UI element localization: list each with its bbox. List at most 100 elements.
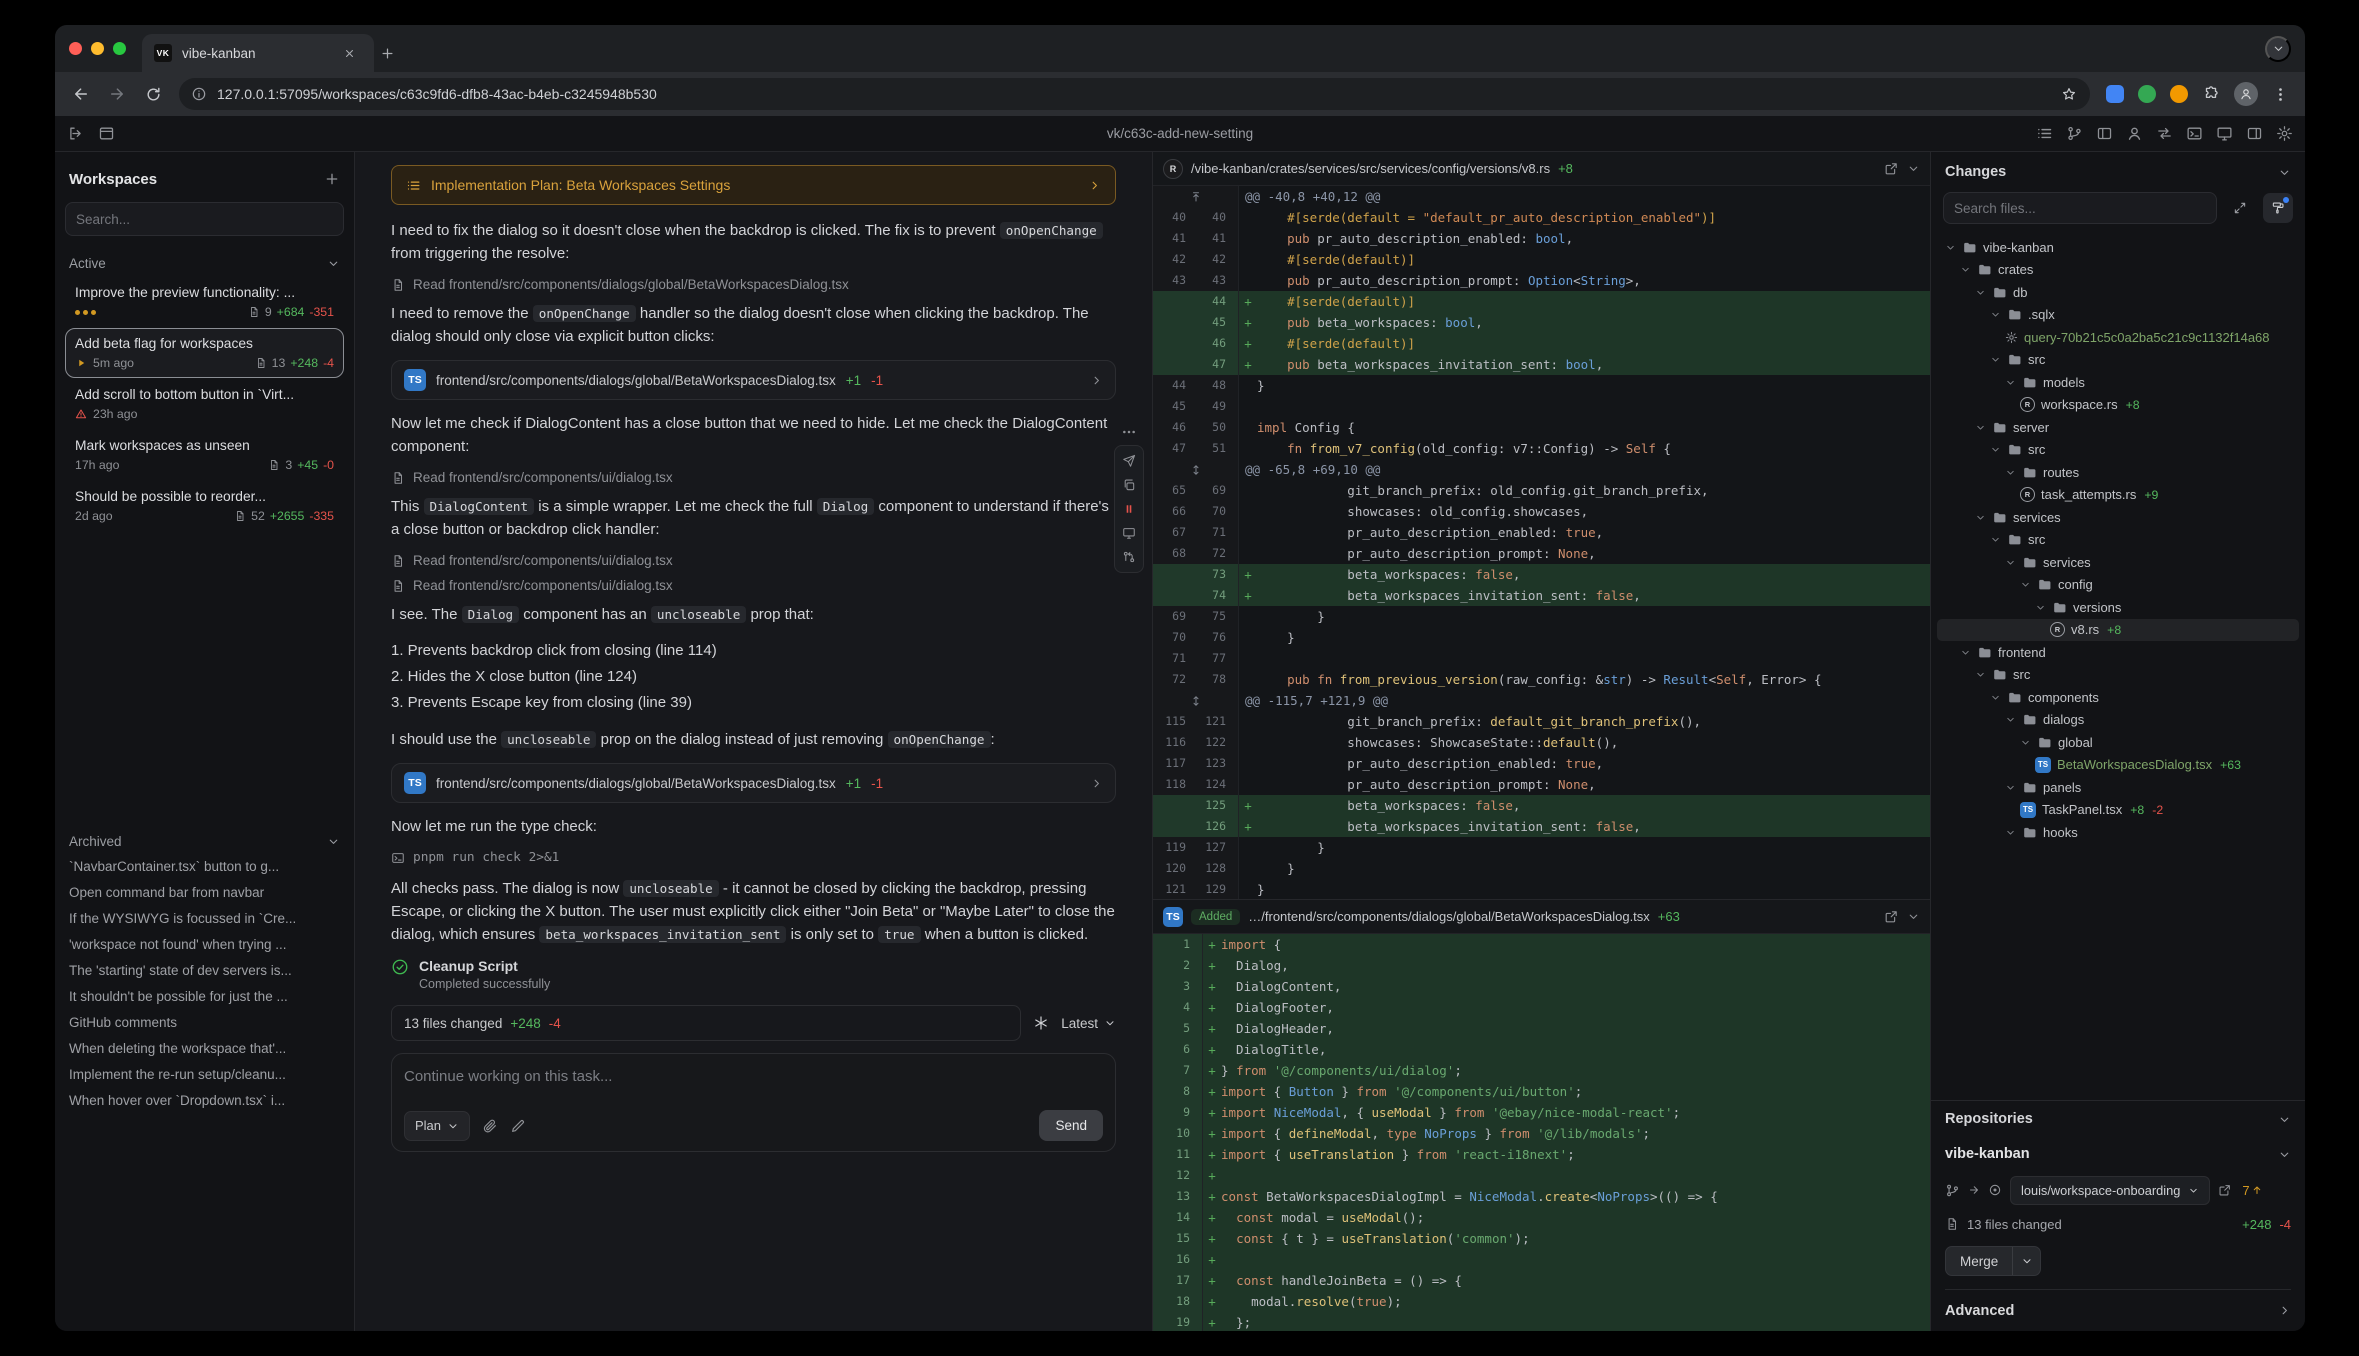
tree-folder-row[interactable]: services — [1937, 551, 2299, 574]
collapse-diff-button[interactable] — [1907, 162, 1920, 175]
forward-button[interactable] — [101, 78, 133, 110]
files-changed-summary[interactable]: 13 files changed +248 -4 — [391, 1005, 1022, 1041]
workspace-search-input[interactable] — [76, 211, 333, 227]
zoom-window-button[interactable] — [113, 42, 126, 55]
archived-item[interactable]: GitHub comments — [65, 1010, 344, 1036]
archived-item[interactable]: `NavbarContainer.tsx` button to g... — [65, 854, 344, 880]
merge-options-button[interactable] — [2012, 1247, 2040, 1275]
chat-read-item[interactable]: Read frontend/src/components/ui/dialog.t… — [391, 470, 1116, 485]
model-spark-button[interactable] — [1033, 1015, 1049, 1031]
new-tab-button[interactable] — [374, 40, 400, 66]
queue-button[interactable] — [2036, 125, 2053, 142]
add-workspace-button[interactable] — [324, 171, 340, 187]
edit-button[interactable] — [510, 1118, 526, 1134]
tree-file-row[interactable]: TS TaskPanel.tsx +8 -2 — [1937, 799, 2299, 822]
address-bar[interactable]: 127.0.0.1:57095/workspaces/c63c9fd6-dfb8… — [179, 78, 2090, 110]
tree-file-row[interactable]: TS BetaWorkspacesDialog.tsx +63 — [1937, 754, 2299, 777]
open-file-button[interactable] — [1884, 909, 1899, 924]
implementation-plan-banner[interactable]: Implementation Plan: Beta Workspaces Set… — [391, 165, 1116, 205]
archived-item[interactable]: If the WYSIWYG is focussed in `Cre... — [65, 906, 344, 932]
settings-button[interactable] — [2276, 125, 2293, 142]
collapse-diff-button[interactable] — [1907, 910, 1920, 923]
attach-file-button[interactable] — [482, 1118, 498, 1134]
tree-folder-row[interactable]: config — [1937, 574, 2299, 597]
stop-button[interactable] — [1117, 497, 1141, 521]
expand-tree-button[interactable] — [2225, 193, 2255, 223]
people-button[interactable] — [2126, 125, 2143, 142]
tree-file-row[interactable]: Rv8.rs +8 — [1937, 618, 2299, 641]
site-info-icon[interactable] — [191, 86, 207, 102]
diff-content[interactable]: 1 + import {2 + Dialog, 3 + DialogContent, 4 + … — [1153, 934, 1930, 1331]
archived-item[interactable]: Open command bar from navbar — [65, 880, 344, 906]
tree-folder-row[interactable]: src — [1937, 529, 2299, 552]
tree-folder-row[interactable]: src — [1937, 439, 2299, 462]
repositories-header[interactable]: Repositories — [1945, 1101, 2291, 1137]
archived-item[interactable]: Implement the re-run setup/cleanu... — [65, 1062, 344, 1088]
workspace-item[interactable]: Mark workspaces as unseen 17h ago 3 +45 -0 — [65, 430, 344, 480]
workspace-item[interactable]: Add beta flag for workspaces 5m ago 13 +248… — [65, 328, 344, 378]
tree-folder-row[interactable]: frontend — [1937, 641, 2299, 664]
chat-read-item[interactable]: Read frontend/src/components/dialogs/glo… — [391, 277, 1116, 292]
archived-item[interactable]: The 'starting' state of dev servers is..… — [65, 958, 344, 984]
expand-hunk-button[interactable] — [1153, 464, 1238, 476]
reload-button[interactable] — [137, 78, 169, 110]
merge-button[interactable]: Merge — [1946, 1247, 2012, 1275]
review-tools-button[interactable] — [2263, 193, 2293, 223]
active-section-header[interactable]: Active — [65, 250, 344, 276]
tree-file-row[interactable]: Rworkspace.rs +8 — [1937, 394, 2299, 417]
browser-tab[interactable]: VK vibe-kanban — [142, 34, 374, 72]
profile-avatar[interactable] — [2234, 82, 2258, 106]
compare-button[interactable] — [1117, 545, 1141, 569]
tree-folder-row[interactable]: global — [1937, 731, 2299, 754]
bookmark-star-button[interactable] — [2056, 81, 2082, 107]
chat-read-item[interactable]: Read frontend/src/components/ui/dialog.t… — [391, 578, 1116, 593]
changes-header[interactable]: Changes — [1931, 152, 2305, 192]
preview-button[interactable] — [2216, 125, 2233, 142]
expand-hunk-button[interactable] — [1153, 191, 1238, 203]
tab-search-button[interactable] — [2265, 35, 2291, 62]
branch-dropdown[interactable]: louis/workspace-onboarding — [2010, 1175, 2211, 1205]
archived-item[interactable]: It shouldn't be possible for just the ..… — [65, 984, 344, 1010]
tree-folder-row[interactable]: hooks — [1937, 821, 2299, 844]
files-search-input[interactable] — [1954, 200, 2206, 216]
diff-file-header[interactable]: R /vibe-kanban/crates/services/src/servi… — [1153, 152, 1930, 186]
expand-hunk-button[interactable] — [1153, 695, 1238, 707]
tree-folder-row[interactable]: vibe-kanban — [1937, 236, 2299, 259]
copy-button[interactable] — [1117, 473, 1141, 497]
workspace-search[interactable] — [65, 202, 344, 236]
tree-folder-row[interactable]: server — [1937, 416, 2299, 439]
latest-dropdown[interactable]: Latest — [1061, 1016, 1116, 1031]
more-icon[interactable] — [1121, 424, 1137, 440]
open-in-ide-button[interactable] — [67, 125, 84, 142]
extensions-menu-button[interactable] — [2202, 85, 2220, 103]
send-button[interactable]: Send — [1039, 1110, 1103, 1141]
tree-file-row[interactable]: Rtask_attempts.rs +9 — [1937, 484, 2299, 507]
tree-folder-row[interactable]: panels — [1937, 776, 2299, 799]
tree-folder-row[interactable]: components — [1937, 686, 2299, 709]
extension-icon-3[interactable] — [2170, 85, 2188, 103]
files-search[interactable] — [1943, 192, 2217, 224]
minimize-window-button[interactable] — [91, 42, 104, 55]
send-to-editor-button[interactable] — [1117, 449, 1141, 473]
extension-icon-1[interactable] — [2106, 85, 2124, 103]
tree-file-row[interactable]: query-70b21c5c0a2ba5c21c9c1132f14a68 — [1937, 326, 2299, 349]
workspace-item[interactable]: Should be possible to reorder... 2d ago 52… — [65, 481, 344, 531]
tree-folder-row[interactable]: routes — [1937, 461, 2299, 484]
mode-dropdown[interactable]: Plan — [404, 1110, 471, 1141]
chat-file-chip[interactable]: TS frontend/src/components/dialogs/global… — [391, 763, 1116, 803]
repo-row[interactable]: vibe-kanban — [1945, 1137, 2291, 1171]
terminal-button[interactable] — [2186, 125, 2203, 142]
diff-content[interactable]: @@ -40,8 +40,12 @@ 40 40 #[serde(default =… — [1153, 186, 1930, 899]
workspace-item[interactable]: Improve the preview functionality: ... 9 +… — [65, 277, 344, 327]
preview-button-small[interactable] — [1117, 521, 1141, 545]
back-button[interactable] — [65, 78, 97, 110]
open-file-button[interactable] — [1884, 161, 1899, 176]
tree-folder-row[interactable]: models — [1937, 371, 2299, 394]
tree-folder-row[interactable]: src — [1937, 349, 2299, 372]
archived-section-header[interactable]: Archived — [65, 828, 344, 854]
tree-folder-row[interactable]: versions — [1937, 596, 2299, 619]
message-input[interactable] — [404, 1068, 1103, 1085]
advanced-section[interactable]: Advanced — [1945, 1289, 2291, 1331]
tree-folder-row[interactable]: services — [1937, 506, 2299, 529]
archived-item[interactable]: When deleting the workspace that'... — [65, 1036, 344, 1062]
